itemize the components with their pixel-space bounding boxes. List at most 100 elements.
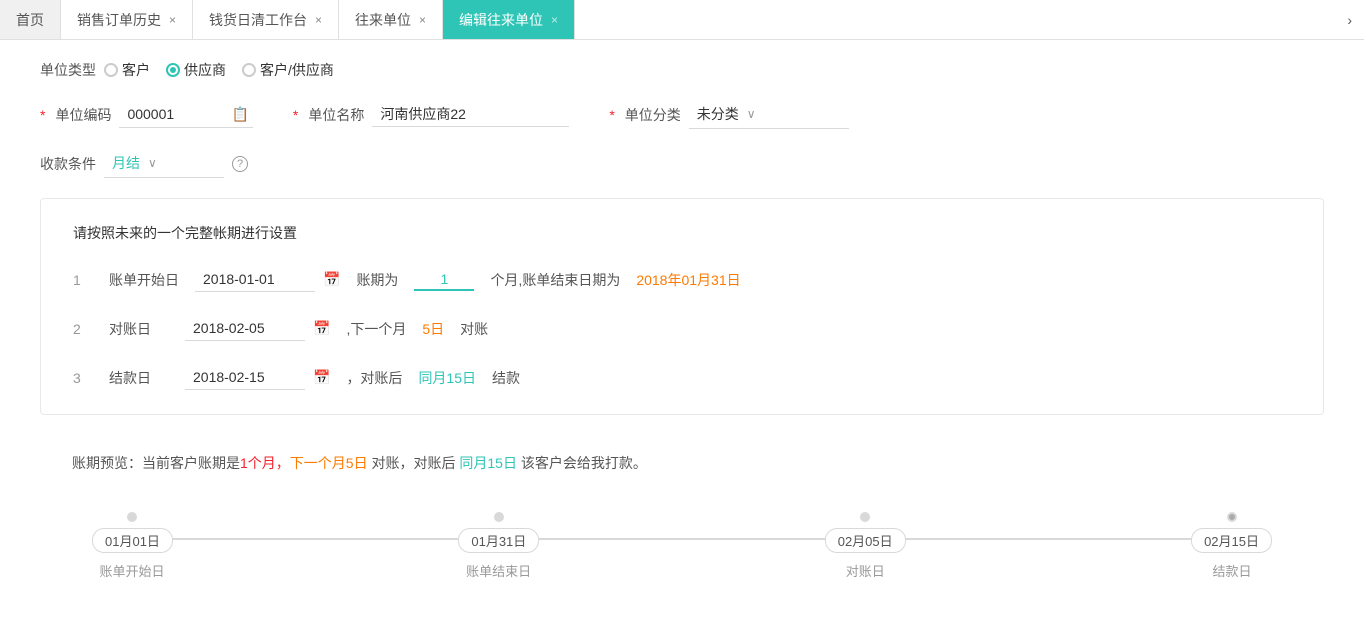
section-title: 请按照未来的一个完整帐期进行设置 <box>73 223 1291 243</box>
unit-code-icon[interactable]: 📋 <box>231 106 248 123</box>
unit-name-group: * 单位名称 <box>293 102 569 127</box>
config-row-3: 3 结款日 📅 ，对账后同月15日 结款 <box>73 365 1291 390</box>
row-2-label: 对账日 <box>109 319 169 339</box>
unit-category-select[interactable]: 未分类 ∨ <box>689 100 849 129</box>
tab-home[interactable]: 首页 <box>0 0 61 39</box>
radio-customer[interactable]: 客户 <box>104 60 150 80</box>
timeline-dot-2 <box>494 512 504 522</box>
unit-code-input[interactable] <box>127 106 227 122</box>
row-3-label: 结款日 <box>109 368 169 388</box>
payment-terms-row: 收款条件 月结 ∨ ? <box>40 149 1324 178</box>
radio-supplier-circle <box>166 63 180 77</box>
tab-sales-order-close[interactable]: × <box>169 13 176 27</box>
row-3-date-input[interactable] <box>185 365 305 390</box>
tab-cash-work[interactable]: 钱货日清工作台 × <box>193 0 339 39</box>
row-1-num: 1 <box>73 272 93 288</box>
config-row-1: 1 账单开始日 📅 账期为 个月,账单结束日期为 2018年01月31日 <box>73 267 1291 292</box>
row-2-date-wrap: 📅 <box>185 316 330 341</box>
row-3-suffix: 结款 <box>492 368 520 388</box>
config-rows: 1 账单开始日 📅 账期为 个月,账单结束日期为 2018年01月31日 2 对… <box>73 267 1291 390</box>
timeline-tag-4: 02月15日 <box>1191 528 1272 553</box>
unit-type-row: 单位类型 客户 供应商 客户/供应商 <box>40 60 1324 80</box>
tab-edit-partner[interactable]: 编辑往来单位 × <box>443 0 575 39</box>
timeline-tag-1: 01月01日 <box>92 528 173 553</box>
timeline-dot-3 <box>860 512 870 522</box>
help-icon[interactable]: ? <box>232 156 248 172</box>
row-1-date-input[interactable] <box>195 267 315 292</box>
chevron-right-icon: › <box>1347 12 1352 28</box>
tab-home-label: 首页 <box>16 10 44 30</box>
timeline-label-1: 账单开始日 <box>92 561 172 580</box>
preview-part3: 同月15日 <box>459 455 517 471</box>
timeline-dot-4 <box>1227 512 1237 522</box>
row-2-highlight: 5日 <box>422 319 444 339</box>
radio-customer-circle <box>104 63 118 77</box>
unit-category-required: * <box>609 107 614 123</box>
payment-terms-value: 月结 <box>112 153 140 173</box>
unit-code-required: * <box>40 107 45 123</box>
tab-sales-order-label: 销售订单历史 <box>77 10 161 30</box>
unit-type-label: 单位类型 <box>40 60 96 80</box>
timeline-node-4: 02月15日 <box>1191 512 1272 553</box>
tab-edit-partner-close[interactable]: × <box>551 13 558 27</box>
unit-code-input-wrap: 📋 <box>119 102 252 128</box>
row-2-prefix: ,下一个月 <box>346 319 406 339</box>
row-2-date-input[interactable] <box>185 316 305 341</box>
unit-type-radio-group: 客户 供应商 客户/供应商 <box>104 60 334 80</box>
row-1-calendar-icon[interactable]: 📅 <box>323 271 340 288</box>
row-1-period-input[interactable] <box>414 269 474 291</box>
row-3-num: 3 <box>73 370 93 386</box>
timeline-nodes: 01月01日 01月31日 02月05日 02月15日 <box>92 512 1272 553</box>
row-1-suffix: 个月,账单结束日期为 <box>490 270 620 290</box>
tab-partner-close[interactable]: × <box>419 13 426 27</box>
tab-sales-order[interactable]: 销售订单历史 × <box>61 0 193 39</box>
timeline-node-2: 01月31日 <box>458 512 539 553</box>
timeline-dot-1 <box>127 512 137 522</box>
row-2-suffix: 对账 <box>460 319 488 339</box>
main-content: 单位类型 客户 供应商 客户/供应商 * 单位编码 <box>0 40 1364 624</box>
radio-both[interactable]: 客户/供应商 <box>242 60 334 80</box>
unit-name-input[interactable] <box>372 102 569 127</box>
timeline-label-3: 对账日 <box>825 561 905 580</box>
unit-code-label: 单位编码 <box>55 105 111 125</box>
row-3-date-wrap: 📅 <box>185 365 330 390</box>
timeline-node-1: 01月01日 <box>92 512 173 553</box>
row-3-calendar-icon[interactable]: 📅 <box>313 369 330 386</box>
unit-info-row: * 单位编码 📋 * 单位名称 * 单位分类 未分类 ∨ <box>40 100 1324 129</box>
tab-cash-work-close[interactable]: × <box>315 13 322 27</box>
row-2-num: 2 <box>73 321 93 337</box>
timeline-tag-3: 02月05日 <box>825 528 906 553</box>
timeline-label-4: 结款日 <box>1192 561 1272 580</box>
payment-terms-arrow: ∨ <box>148 156 157 170</box>
preview-middle: 对账，对账后 <box>368 455 460 471</box>
tab-partner[interactable]: 往来单位 × <box>339 0 443 39</box>
unit-category-value: 未分类 <box>697 104 739 124</box>
row-1-prefix: 账期为 <box>356 270 398 290</box>
unit-category-label: 单位分类 <box>625 105 681 125</box>
preview-section: 账期预览：当前客户账期是1个月，下一个月5日 对账，对账后 同月15日 该客户会… <box>40 435 1324 476</box>
timeline-tag-2: 01月31日 <box>458 528 539 553</box>
payment-terms-label: 收款条件 <box>40 154 96 174</box>
timeline-wrapper: 01月01日 01月31日 02月05日 02月15日 <box>72 512 1292 580</box>
row-3-highlight: 同月15日 <box>418 368 476 388</box>
timeline-labels: 账单开始日 账单结束日 对账日 结款日 <box>92 561 1272 580</box>
preview-text: 账期预览：当前客户账期是1个月，下一个月5日 对账，对账后 同月15日 该客户会… <box>72 451 1292 476</box>
payment-terms-select[interactable]: 月结 ∨ <box>104 149 224 178</box>
tab-bar: 首页 销售订单历史 × 钱货日清工作台 × 往来单位 × 编辑往来单位 × › <box>0 0 1364 40</box>
timeline-node-3: 02月05日 <box>825 512 906 553</box>
row-1-label: 账单开始日 <box>109 270 179 290</box>
row-1-end-date: 2018年01月31日 <box>636 270 740 290</box>
tab-more-button[interactable]: › <box>1335 0 1364 39</box>
radio-both-label: 客户/供应商 <box>260 60 334 80</box>
timeline-label-2: 账单结束日 <box>459 561 539 580</box>
timeline-section: 01月01日 01月31日 02月05日 02月15日 <box>40 496 1324 604</box>
preview-label: 账期预览：当前客户账期是 <box>72 455 240 471</box>
radio-supplier[interactable]: 供应商 <box>166 60 226 80</box>
unit-category-arrow: ∨ <box>747 107 756 121</box>
preview-suffix: 该客户会给我打款。 <box>517 455 647 471</box>
unit-category-group: * 单位分类 未分类 ∨ <box>609 100 848 129</box>
payment-terms-group: 收款条件 月结 ∨ ? <box>40 149 248 178</box>
row-1-date-wrap: 📅 <box>195 267 340 292</box>
row-2-calendar-icon[interactable]: 📅 <box>313 320 330 337</box>
radio-customer-label: 客户 <box>122 60 150 80</box>
